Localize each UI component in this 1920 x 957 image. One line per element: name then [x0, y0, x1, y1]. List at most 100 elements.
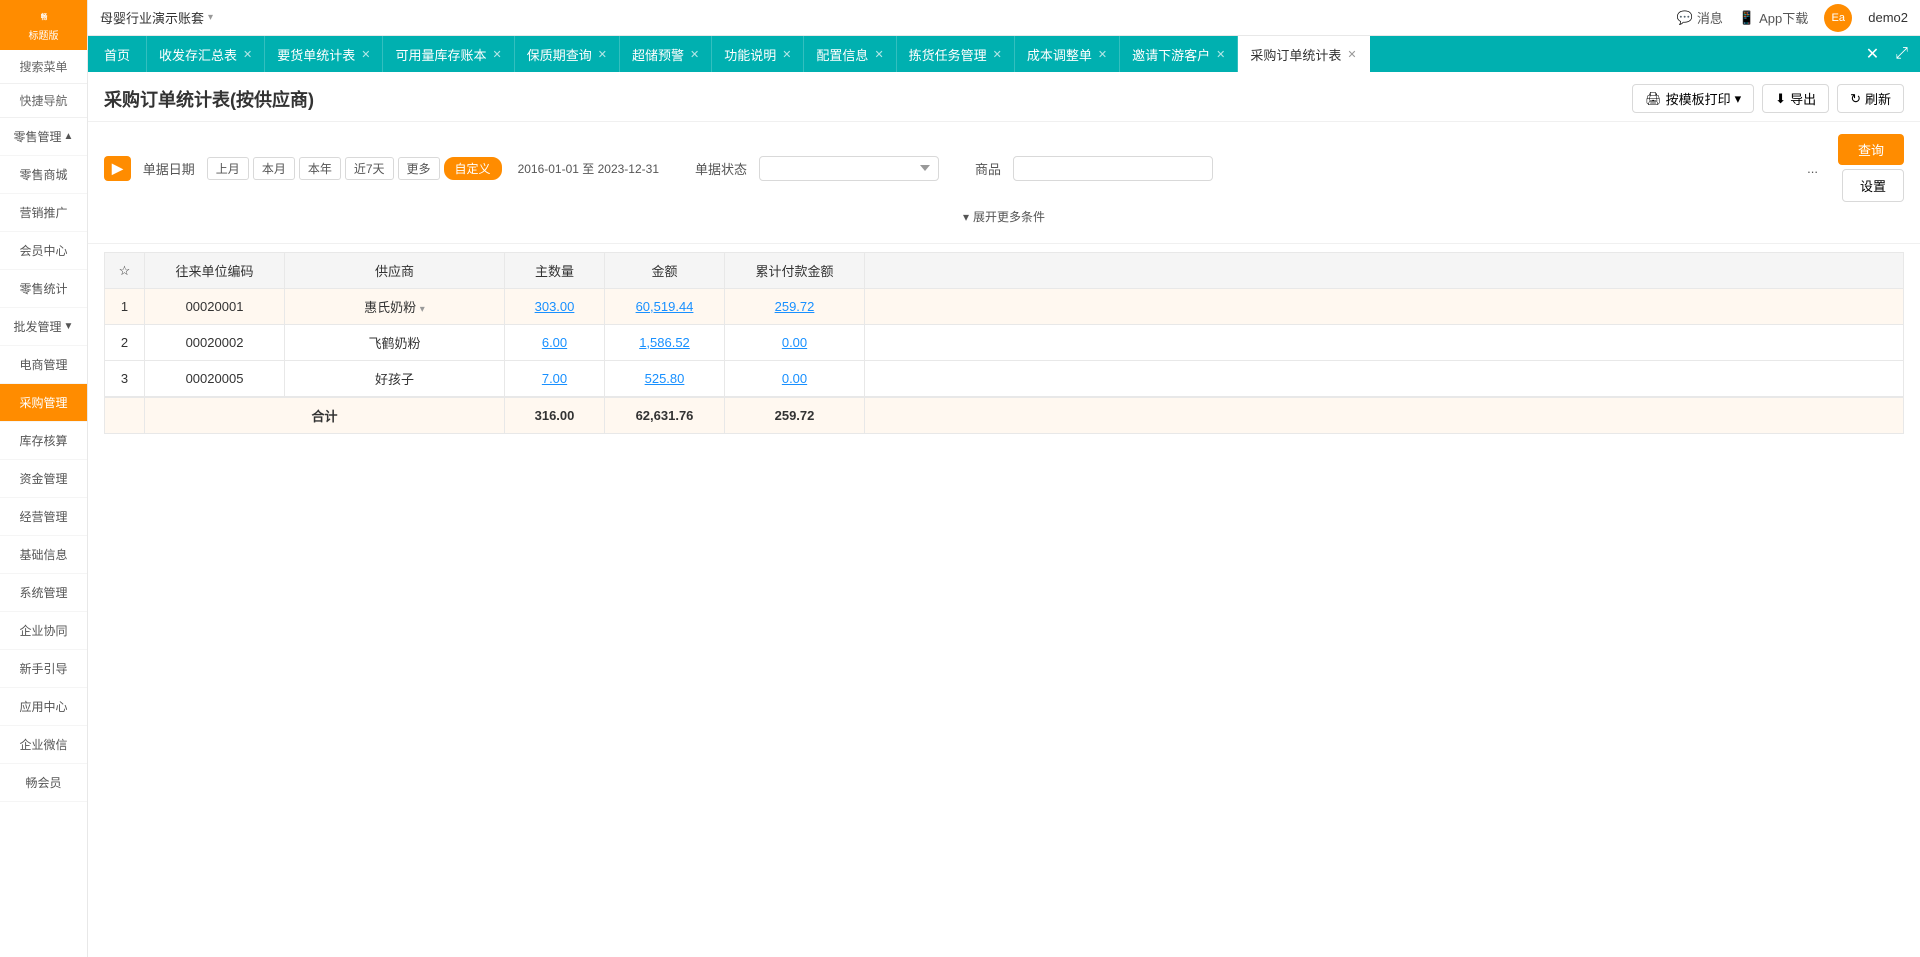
cell-num: 1	[105, 289, 145, 325]
sidebar-item-retail-mall[interactable]: 零售商城	[0, 156, 87, 194]
date-btn-more[interactable]: 更多	[398, 157, 440, 180]
sidebar-item-finance[interactable]: 资金管理	[0, 460, 87, 498]
tab-order-summary-close[interactable]: ✕	[361, 48, 370, 61]
data-table: ☆ 往来单位编码 供应商 主数量 金额	[104, 252, 1904, 434]
col-header-code: 往来单位编码	[145, 253, 285, 289]
expand-more-icon: ▾	[963, 210, 969, 224]
expand-more-btn[interactable]: ▾ 展开更多条件	[963, 208, 1045, 225]
sidebar-item-ecommerce[interactable]: 电商管理	[0, 346, 87, 384]
goods-filter-label: 商品	[975, 159, 1001, 178]
message-icon: 💬	[1677, 10, 1693, 26]
sidebar-item-operations[interactable]: 经营管理	[0, 498, 87, 536]
user-avatar[interactable]: Ea	[1824, 4, 1852, 32]
topbar: 母婴行业演示账套 ▾ 💬 消息 📱 App下载 Ea demo2	[88, 0, 1920, 36]
tab-home[interactable]: 首页	[88, 36, 147, 72]
sidebar-item-retail-stat[interactable]: 零售统计	[0, 270, 87, 308]
tab-receive-close[interactable]: ✕	[243, 48, 252, 61]
date-btn-custom[interactable]: 自定义	[444, 157, 502, 180]
print-button[interactable]: 🖨 按模板打印 ▾	[1632, 84, 1754, 113]
more-filter-btn[interactable]: ...	[1807, 161, 1818, 176]
goods-input[interactable]	[1013, 156, 1213, 181]
tab-purchase-summary[interactable]: 采购订单统计表 ✕	[1238, 36, 1369, 72]
sidebar-item-system[interactable]: 系统管理	[0, 574, 87, 612]
date-btn-last-month[interactable]: 上月	[207, 157, 249, 180]
status-select[interactable]	[759, 156, 939, 181]
sidebar-item-wxwork[interactable]: 企业微信	[0, 726, 87, 764]
cell-num: 3	[105, 361, 145, 398]
tab-order-summary[interactable]: 要货单统计表 ✕	[265, 36, 383, 72]
filter-toggle-btn[interactable]: ▶	[104, 156, 131, 181]
sidebar-item-member2[interactable]: 畅会员	[0, 764, 87, 802]
cell-supplier: 好孩子	[285, 361, 505, 398]
cell-amount: 525.80	[605, 361, 725, 398]
tab-shelf-life[interactable]: 保质期查询 ✕	[515, 36, 620, 72]
status-filter-label: 单据状态	[695, 159, 747, 178]
tab-purchase-summary-close[interactable]: ✕	[1347, 48, 1356, 61]
logo-icon: 畅	[26, 8, 62, 25]
sidebar-item-enterprise[interactable]: 企业协同	[0, 612, 87, 650]
col-header-qty: 主数量	[505, 253, 605, 289]
date-quick-btns: 上月 本月 本年 近7天 更多 自定义	[207, 157, 502, 180]
sidebar-item-retail[interactable]: 零售管理 ▲	[0, 118, 87, 156]
cell-code: 00020005	[145, 361, 285, 398]
date-btn-this-month[interactable]: 本月	[253, 157, 295, 180]
query-col: 查询 设置	[1838, 134, 1904, 202]
tab-function-desc[interactable]: 功能说明 ✕	[712, 36, 804, 72]
wholesale-arrow-icon: ▼	[64, 321, 74, 332]
refresh-button[interactable]: ↻ 刷新	[1837, 84, 1904, 113]
workspace-selector[interactable]: 母婴行业演示账套 ▾	[100, 8, 213, 27]
sidebar-item-member[interactable]: 会员中心	[0, 232, 87, 270]
cell-qty: 6.00	[505, 325, 605, 361]
tab-receive-label: 收发存汇总表	[159, 45, 237, 64]
query-button[interactable]: 查询	[1838, 134, 1904, 165]
tab-overstock-label: 超储预警	[632, 45, 684, 64]
nav-expand-btn[interactable]: ⤢	[1891, 45, 1912, 63]
tab-pick-task-close[interactable]: ✕	[993, 48, 1002, 61]
sidebar: 畅 标题版 搜索菜单 快捷导航 零售管理 ▲ 零售商城 营销推广 会员中心 零售…	[0, 0, 88, 957]
sidebar-item-basic[interactable]: 基础信息	[0, 536, 87, 574]
cell-num: 2	[105, 325, 145, 361]
sidebar-item-purchase[interactable]: 采购管理	[0, 384, 87, 422]
tab-receive[interactable]: 收发存汇总表 ✕	[147, 36, 265, 72]
sidebar-item-newguide[interactable]: 新手引导	[0, 650, 87, 688]
tab-config-info-close[interactable]: ✕	[874, 48, 883, 61]
date-btn-this-year[interactable]: 本年	[299, 157, 341, 180]
tab-invite-downstream-close[interactable]: ✕	[1216, 48, 1225, 61]
tab-home-label: 首页	[104, 45, 130, 64]
table-row: 3 00020005 好孩子 7.00 525.80 0.00	[105, 361, 1904, 398]
sidebar-item-marketing[interactable]: 营销推广	[0, 194, 87, 232]
date-range-display: 2016-01-01 至 2023-12-31	[518, 160, 659, 177]
tab-shelf-life-close[interactable]: ✕	[598, 48, 607, 61]
settings-button[interactable]: 设置	[1842, 169, 1904, 202]
footer-cell-qty: 316.00	[505, 397, 605, 434]
date-btn-7days[interactable]: 近7天	[345, 157, 394, 180]
cell-extra	[865, 361, 1904, 398]
tab-overstock[interactable]: 超储预警 ✕	[620, 36, 712, 72]
sidebar-item-search[interactable]: 搜索菜单	[0, 50, 87, 84]
table-head: ☆ 往来单位编码 供应商 主数量 金额	[105, 253, 1904, 289]
sidebar-item-inventory[interactable]: 库存核算	[0, 422, 87, 460]
app-icon: 📱	[1739, 10, 1755, 26]
app-download-btn[interactable]: 📱 App下载	[1739, 8, 1808, 27]
tab-pick-task[interactable]: 拣货任务管理 ✕	[897, 36, 1015, 72]
tab-cost-adjust-label: 成本调整单	[1027, 45, 1092, 64]
tab-available-stock[interactable]: 可用量库存账本 ✕	[383, 36, 514, 72]
sidebar-item-quicknav[interactable]: 快捷导航	[0, 84, 87, 118]
tab-overstock-close[interactable]: ✕	[690, 48, 699, 61]
sidebar-item-appcenter[interactable]: 应用中心	[0, 688, 87, 726]
nav-close-btn[interactable]: ✕	[1862, 44, 1883, 64]
tab-invite-downstream[interactable]: 邀请下游客户 ✕	[1120, 36, 1238, 72]
message-btn[interactable]: 💬 消息	[1677, 8, 1723, 27]
footer-cell-paid: 259.72	[725, 397, 865, 434]
tab-cost-adjust[interactable]: 成本调整单 ✕	[1015, 36, 1120, 72]
sidebar-item-wholesale[interactable]: 批发管理 ▼	[0, 308, 87, 346]
tab-config-info[interactable]: 配置信息 ✕	[804, 36, 896, 72]
tab-cost-adjust-close[interactable]: ✕	[1098, 48, 1107, 61]
tab-available-stock-close[interactable]: ✕	[493, 48, 502, 61]
logo: 畅 标题版	[0, 0, 87, 50]
tab-function-desc-close[interactable]: ✕	[782, 48, 791, 61]
tab-purchase-summary-label: 采购订单统计表	[1250, 45, 1341, 64]
export-button[interactable]: ⬇ 导出	[1762, 84, 1829, 113]
footer-cell-label: 合计	[145, 397, 505, 434]
cell-code: 00020002	[145, 325, 285, 361]
